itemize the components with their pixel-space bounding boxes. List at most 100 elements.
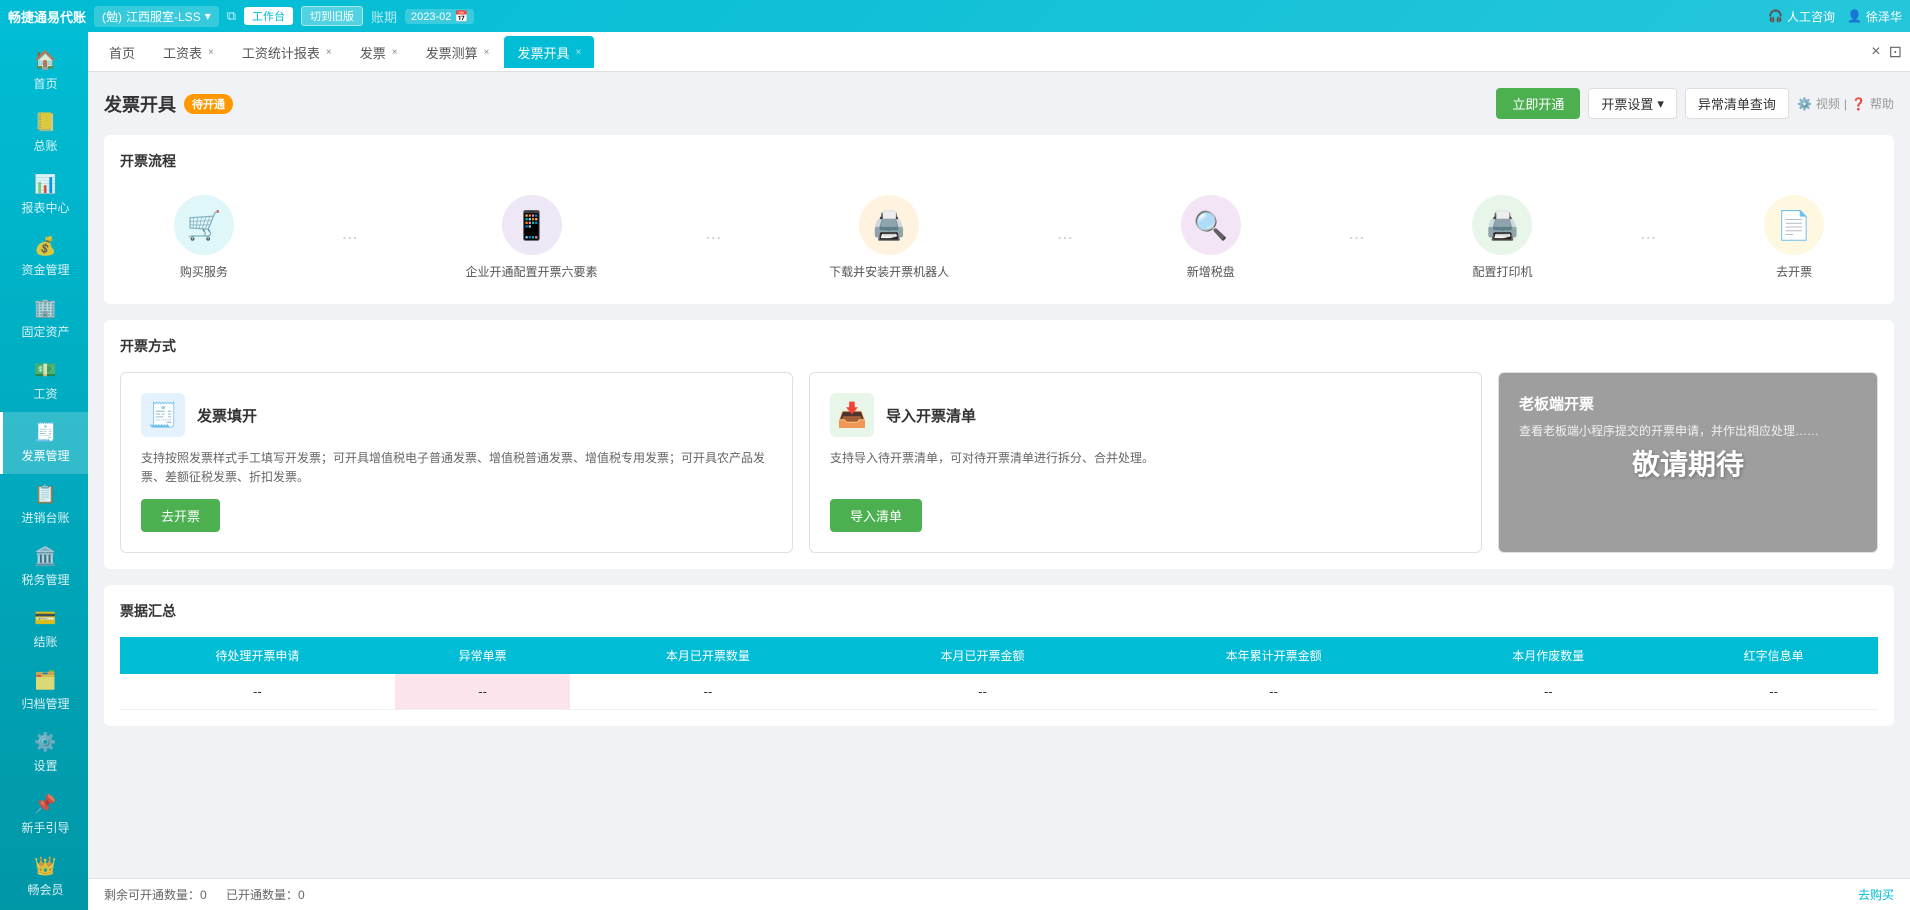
app-logo: 畅捷通易代账 bbox=[8, 7, 86, 26]
period-value[interactable]: 2023-02 📅 bbox=[405, 9, 474, 24]
summary-table: 待处理开票申请异常单票本月已开票数量本月已开票金额本年累计开票金额本月作废数量红… bbox=[120, 637, 1878, 710]
summary-col-3: 本月已开票金额 bbox=[845, 637, 1120, 674]
manual-fill-title: 发票填开 bbox=[197, 405, 257, 426]
taxdisk-step-label: 新增税盘 bbox=[1187, 263, 1235, 280]
flow-section: 开票流程 🛒 购买服务 ⋯ 📱 企业开通配置开票六要素 ⋯ 🖨️ 下载并安装开票… bbox=[104, 135, 1894, 304]
sidebar-label-invoice-mgmt: 发票管理 bbox=[21, 447, 69, 464]
summary-cell-0: -- bbox=[120, 674, 395, 710]
taxdisk-step-icon: 🔍 bbox=[1181, 195, 1241, 255]
flow-arrow-2: ⋯ bbox=[705, 228, 721, 248]
flow-step-ticket[interactable]: 📄 去开票 bbox=[1764, 195, 1824, 280]
tab-salary[interactable]: 工资表× bbox=[150, 36, 227, 68]
tab-bar: 首页工资表×工资统计报表×发票× 发票测算 × 发票开具 × × ⊡ bbox=[88, 32, 1910, 72]
tab-invoice-calc[interactable]: 发票测算 × bbox=[413, 36, 503, 68]
tab-invoice-open[interactable]: 发票开具 × bbox=[504, 36, 594, 68]
settings-button[interactable]: 开票设置 ▾ bbox=[1588, 88, 1677, 119]
sidebar-item-member[interactable]: 👑 畅会员 bbox=[0, 846, 88, 908]
close-window-icon[interactable]: × bbox=[1871, 43, 1880, 61]
sidebar-label-home: 首页 bbox=[33, 75, 57, 92]
tab-close-invoice-open[interactable]: × bbox=[575, 47, 581, 58]
immediate-open-button[interactable]: 立即开通 bbox=[1496, 88, 1580, 119]
import-list-button[interactable]: 导入清单 bbox=[830, 499, 922, 532]
archive-icon: 🗂️ bbox=[34, 670, 56, 691]
restore-window-icon[interactable]: ⊡ bbox=[1889, 42, 1902, 62]
summary-section-title: 票据汇总 bbox=[120, 601, 1878, 621]
flow-steps-container: 🛒 购买服务 ⋯ 📱 企业开通配置开票六要素 ⋯ 🖨️ 下载并安装开票机器人 ⋯ bbox=[120, 187, 1878, 288]
user-profile-button[interactable]: 👤 徐泽华 bbox=[1847, 8, 1902, 25]
sidebar-item-archive[interactable]: 🗂️ 归档管理 bbox=[0, 660, 88, 722]
user-icon: 👤 bbox=[1847, 9, 1862, 23]
sidebar-item-purchase[interactable]: 📋 进销台账 bbox=[0, 474, 88, 536]
chevron-down-icon: ▾ bbox=[205, 9, 211, 23]
tab-label-invoice-open: 发票开具 bbox=[517, 43, 569, 62]
sidebar-label-member: 畅会员 bbox=[27, 881, 63, 898]
method-section-title: 开票方式 bbox=[120, 336, 1878, 356]
customer-service-button[interactable]: 🎧 人工咨询 bbox=[1768, 8, 1835, 25]
method-section: 开票方式 🧾 发票填开 支持按照发票样式手工填写开发票；可开具增值税电子普通发票… bbox=[104, 320, 1894, 569]
go-open-ticket-button[interactable]: 去开票 bbox=[141, 499, 220, 532]
tab-close-invoice-calc[interactable]: × bbox=[484, 47, 490, 58]
tax-icon: 🏛️ bbox=[34, 546, 56, 567]
import-header: 📥 导入开票清单 bbox=[830, 393, 1461, 437]
flow-step-taxdisk[interactable]: 🔍 新增税盘 bbox=[1181, 195, 1241, 280]
coming-soon-label: 敬请期待 bbox=[1632, 443, 1744, 483]
flow-step-printer[interactable]: 🖨️ 配置打印机 bbox=[1472, 195, 1532, 280]
sidebar-item-tax[interactable]: 🏛️ 税务管理 bbox=[0, 536, 88, 598]
page-title: 发票开具 bbox=[104, 91, 176, 117]
sidebar-item-capital[interactable]: 💰 资金管理 bbox=[0, 226, 88, 288]
remaining-label: 剩余可开通数量：0 bbox=[104, 888, 207, 902]
opened-label: 已开通数量：0 bbox=[226, 888, 305, 902]
sidebar-item-reports[interactable]: 📊 报表中心 bbox=[0, 164, 88, 226]
sidebar-item-assets[interactable]: 🏢 固定资产 bbox=[0, 288, 88, 350]
tab-close-invoice[interactable]: × bbox=[392, 47, 398, 58]
old-platform-desc: 查看老板端小程序提交的开票申请，并作出相应处理…… bbox=[1519, 422, 1857, 441]
tab-home[interactable]: 首页 bbox=[96, 36, 148, 68]
tab-bar-controls: × ⊡ bbox=[1871, 42, 1902, 62]
summary-col-1: 异常单票 bbox=[395, 637, 571, 674]
buy-step-icon: 🛒 bbox=[174, 195, 234, 255]
page-header-actions: 立即开通 开票设置 ▾ 异常清单查询 ⚙️ 视频 | ❓ 帮助 bbox=[1496, 88, 1894, 119]
tab-label-invoice-calc: 发票测算 bbox=[426, 43, 478, 62]
import-footer: 导入清单 bbox=[830, 499, 1461, 532]
summary-cell-3: -- bbox=[845, 674, 1120, 710]
capital-icon: 💰 bbox=[34, 236, 56, 257]
settings-icon: ⚙️ bbox=[34, 732, 56, 753]
sidebar-item-invoice-mgmt[interactable]: 🧾 发票管理 bbox=[0, 412, 88, 474]
assets-icon: 🏢 bbox=[34, 298, 56, 319]
copy-icon[interactable]: ⧉ bbox=[227, 8, 236, 24]
configure-step-label: 企业开通配置开票六要素 bbox=[466, 263, 598, 280]
buy-link[interactable]: 去购买 bbox=[1858, 886, 1894, 903]
sidebar-item-guide[interactable]: 📌 新手引导 bbox=[0, 784, 88, 846]
download-step-label: 下载并安装开票机器人 bbox=[829, 263, 949, 280]
flow-step-configure[interactable]: 📱 企业开通配置开票六要素 bbox=[466, 195, 598, 280]
company-name: 江西服室-LSS bbox=[126, 8, 201, 25]
printer-step-label: 配置打印机 bbox=[1472, 263, 1532, 280]
old-platform-card: 老板端开票 查看老板端小程序提交的开票申请，并作出相应处理…… 敬请期待 bbox=[1498, 372, 1878, 553]
sidebar-item-ledger[interactable]: 📒 总账 bbox=[0, 102, 88, 164]
main-layout: 🏠 首页 📒 总账 📊 报表中心 💰 资金管理 🏢 固定资产 💵 工资 🧾 发票… bbox=[0, 32, 1910, 910]
sidebar-item-settings[interactable]: ⚙️ 设置 bbox=[0, 722, 88, 784]
sidebar-item-settlement[interactable]: 💳 结账 bbox=[0, 598, 88, 660]
flow-step-buy[interactable]: 🛒 购买服务 bbox=[174, 195, 234, 280]
sidebar-item-home[interactable]: 🏠 首页 bbox=[0, 40, 88, 102]
import-desc: 支持导入待开票清单，可对待开票清单进行拆分、合并处理。 bbox=[830, 449, 1461, 487]
flow-step-download[interactable]: 🖨️ 下载并安装开票机器人 bbox=[829, 195, 949, 280]
tab-close-salary-report[interactable]: × bbox=[326, 47, 332, 58]
tab-salary-report[interactable]: 工资统计报表× bbox=[229, 36, 345, 68]
sidebar-label-purchase: 进销台账 bbox=[21, 509, 69, 526]
summary-cell-4: -- bbox=[1120, 674, 1428, 710]
abnormal-list-button[interactable]: 异常清单查询 bbox=[1685, 88, 1789, 119]
company-selector[interactable]: (勉) 江西服室-LSS ▾ bbox=[94, 6, 219, 27]
workspace-button[interactable]: 工作台 bbox=[244, 7, 293, 25]
chevron-down-icon: ▾ bbox=[1657, 96, 1664, 112]
summary-col-2: 本月已开票数量 bbox=[570, 637, 845, 674]
tab-close-salary[interactable]: × bbox=[208, 47, 214, 58]
switch-old-button[interactable]: 切到旧版 bbox=[301, 6, 363, 26]
sidebar-item-salary[interactable]: 💵 工资 bbox=[0, 350, 88, 412]
invoice-mgmt-icon: 🧾 bbox=[34, 422, 56, 443]
main-panel: 首页工资表×工资统计报表×发票×发票测算×发票开具× × ⊡ 发票开具 待开通 … bbox=[88, 32, 1910, 910]
top-bar: 畅捷通易代账 (勉) 江西服室-LSS ▾ ⧉ 工作台 切到旧版 账期 2023… bbox=[0, 0, 1910, 32]
tab-invoice[interactable]: 发票× bbox=[347, 36, 411, 68]
sidebar-label-capital: 资金管理 bbox=[21, 261, 69, 278]
reports-icon: 📊 bbox=[34, 174, 56, 195]
